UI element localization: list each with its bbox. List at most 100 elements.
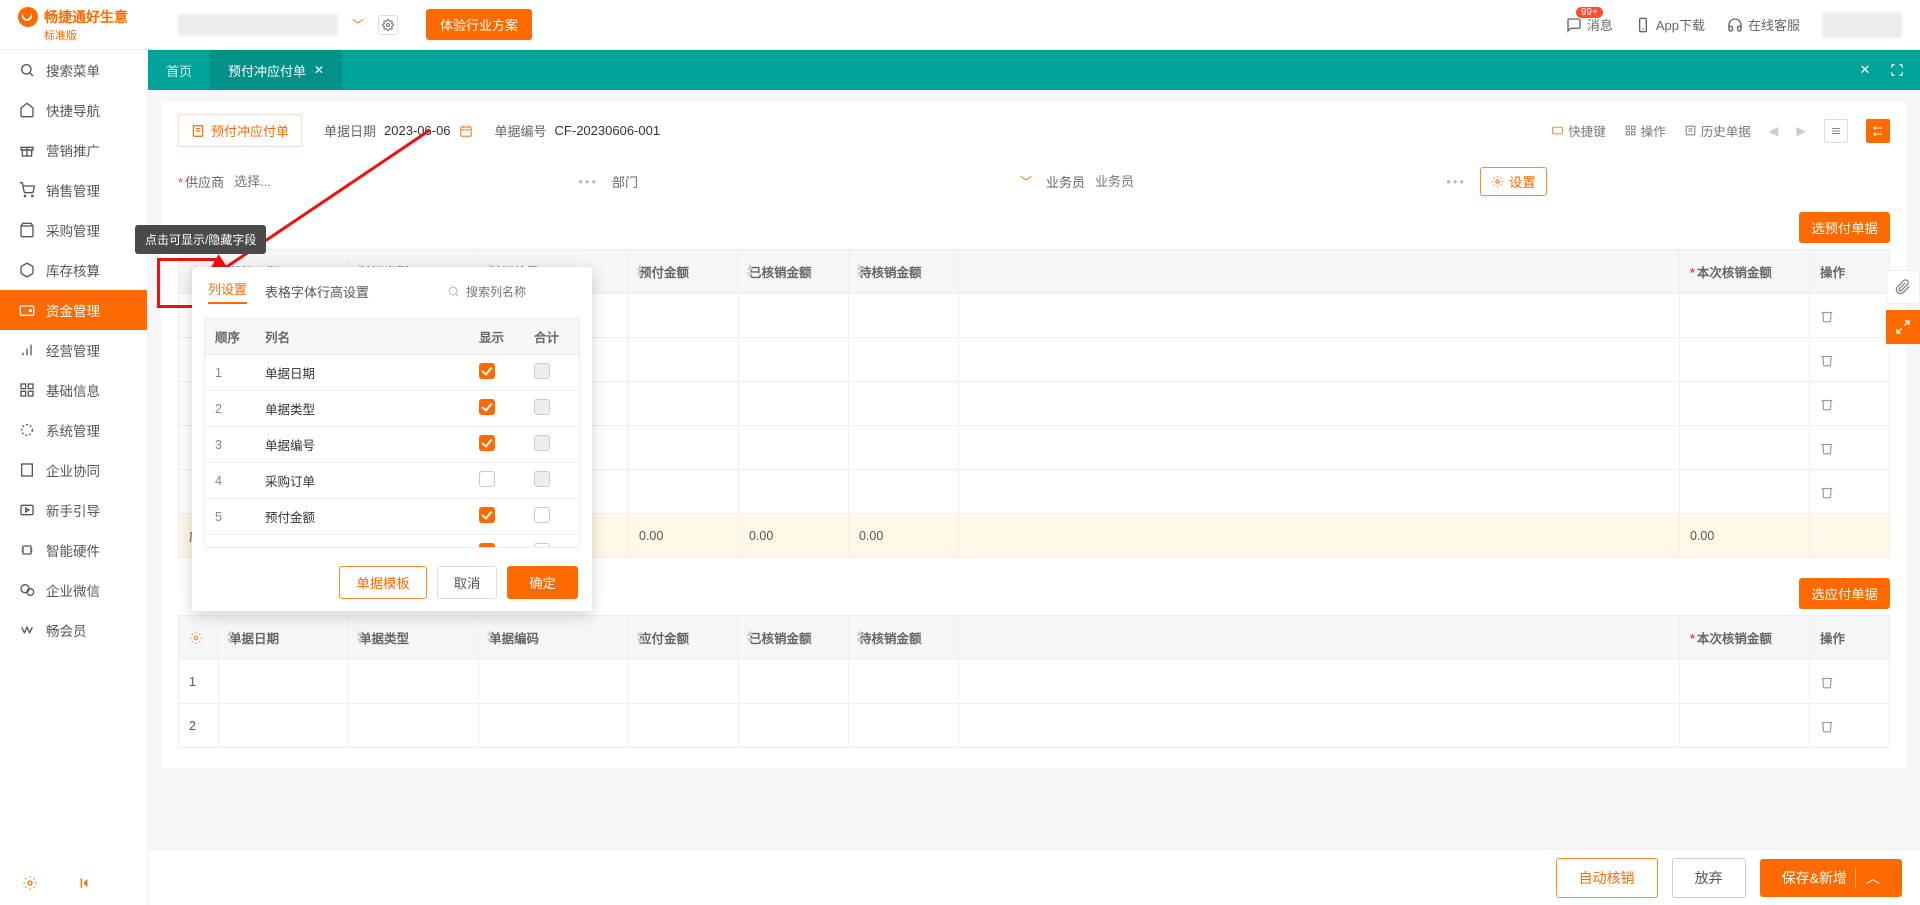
- show-checkbox[interactable]: [479, 399, 495, 415]
- select-prepay-button[interactable]: 选预付单据: [1799, 212, 1890, 243]
- pop-row-name: 单据编号: [255, 427, 469, 463]
- show-checkbox[interactable]: [479, 363, 495, 379]
- sidebar-item-marketing[interactable]: 营销推广: [0, 130, 147, 170]
- sum-pending: 0.00: [849, 514, 959, 558]
- trash-icon[interactable]: [1820, 719, 1879, 733]
- next-icon[interactable]: ▶: [1796, 123, 1806, 138]
- cancel-button[interactable]: 取消: [437, 566, 498, 599]
- save-button[interactable]: 保存&新增 ︿: [1760, 859, 1902, 897]
- tenant-name[interactable]: [178, 14, 338, 36]
- messages-badge: 99+: [1576, 7, 1603, 18]
- settings-label: 设置: [1509, 172, 1536, 191]
- doc-no: 单据编号 CF-20230606-001: [495, 121, 661, 140]
- industry-plan-button[interactable]: 体验行业方案: [426, 9, 532, 40]
- customer-service-label: 在线客服: [1748, 15, 1800, 34]
- history-label: 历史单据: [1701, 121, 1751, 140]
- col-pending[interactable]: ▲▼待核销金额: [849, 250, 959, 294]
- column-gear-icon[interactable]: [189, 631, 208, 645]
- supplier-input[interactable]: [234, 174, 568, 189]
- tab-active[interactable]: 预付冲应付单 ✕: [210, 50, 342, 90]
- sales-input[interactable]: [1095, 174, 1436, 189]
- ok-button[interactable]: 确定: [507, 566, 578, 599]
- settings-button[interactable]: 设置: [1480, 167, 1547, 196]
- sum-checkbox: [534, 435, 550, 451]
- sidebar-item-purchase[interactable]: 采购管理: [0, 210, 147, 250]
- doc-template-button[interactable]: 单据模板: [339, 566, 426, 599]
- sum-checkbox[interactable]: [534, 507, 550, 523]
- history-button[interactable]: 历史单据: [1684, 121, 1751, 140]
- sidebar-item-guide[interactable]: 新手引导: [0, 490, 147, 530]
- pop-tab-columns[interactable]: 列设置: [208, 279, 247, 304]
- doc-date-value[interactable]: 2023-06-06: [384, 123, 451, 138]
- pop-row-idx: 5: [205, 499, 255, 535]
- chevron-down-icon[interactable]: ﹀: [352, 16, 364, 33]
- calendar-icon[interactable]: [459, 124, 473, 138]
- pop-search-input[interactable]: [466, 285, 576, 299]
- sum-checkbox[interactable]: [534, 543, 550, 548]
- sidebar-item-basic[interactable]: 基础信息: [0, 370, 147, 410]
- trash-icon[interactable]: [1820, 485, 1879, 499]
- prev-icon[interactable]: ◀: [1769, 123, 1779, 138]
- viewmode-list-icon[interactable]: [1824, 119, 1848, 143]
- sidebar-item-collab[interactable]: 企业协同: [0, 450, 147, 490]
- shortcut-button[interactable]: 快捷键: [1551, 121, 1606, 140]
- sidebar-item-wecom[interactable]: 企业微信: [0, 570, 147, 610]
- show-checkbox[interactable]: [479, 543, 495, 548]
- sidebar-item-system[interactable]: 系统管理: [0, 410, 147, 450]
- trash-icon[interactable]: [1820, 353, 1879, 367]
- app-download-label: App下载: [1656, 15, 1705, 34]
- sidebar-item-search[interactable]: 搜索菜单: [0, 50, 147, 90]
- sidebar-item-finance[interactable]: 资金管理: [0, 290, 147, 330]
- ops-button[interactable]: 操作: [1624, 121, 1666, 140]
- more-icon[interactable]: •••: [1446, 174, 1466, 189]
- tab-home[interactable]: 首页: [148, 50, 210, 90]
- sidebar-item-member[interactable]: 畅会员: [0, 610, 147, 650]
- expand-icon[interactable]: [1886, 310, 1920, 344]
- sidebar-item-inventory[interactable]: 库存核算: [0, 250, 147, 290]
- trash-icon[interactable]: [1820, 397, 1879, 411]
- more-icon[interactable]: •••: [578, 174, 598, 189]
- sidebar-item-label: 畅会员: [46, 620, 87, 640]
- customer-service-button[interactable]: 在线客服: [1727, 15, 1800, 34]
- show-checkbox[interactable]: [479, 507, 495, 523]
- sidebar-item-quicknav[interactable]: 快捷导航: [0, 90, 147, 130]
- ops-label: 操作: [1641, 121, 1666, 140]
- fullscreen-icon[interactable]: [1884, 57, 1910, 83]
- sidebar-item-hardware[interactable]: 智能硬件: [0, 530, 147, 570]
- chevron-down-icon[interactable]: ﹀: [1020, 173, 1032, 190]
- logo-edition: 标准版: [44, 27, 128, 43]
- sidebar-item-operation[interactable]: 经营管理: [0, 330, 147, 370]
- trash-icon[interactable]: [1820, 441, 1879, 455]
- show-checkbox[interactable]: [479, 471, 495, 487]
- col-verified[interactable]: ▲▼已核销金额: [739, 250, 849, 294]
- sales-label: 业务员: [1046, 172, 1085, 191]
- col-this[interactable]: 本次核销金额: [1680, 250, 1810, 294]
- gear-icon[interactable]: [378, 15, 398, 35]
- sidebar-item-label: 基础信息: [46, 380, 100, 400]
- messages-button[interactable]: 消息 99+: [1566, 15, 1613, 34]
- show-checkbox[interactable]: [479, 435, 495, 451]
- app-download-button[interactable]: App下载: [1635, 15, 1705, 34]
- close-icon[interactable]: ✕: [314, 63, 324, 77]
- trash-icon[interactable]: [1820, 675, 1879, 689]
- play-icon: [18, 501, 36, 519]
- footer-gear-icon[interactable]: [22, 875, 38, 891]
- dept-input[interactable]: [648, 174, 1010, 189]
- trash-icon[interactable]: [1820, 309, 1879, 323]
- chip-icon: [18, 541, 36, 559]
- sidebar-item-label: 系统管理: [46, 420, 100, 440]
- attachment-icon[interactable]: [1886, 270, 1920, 304]
- discard-button[interactable]: 放弃: [1672, 858, 1746, 898]
- viewmode-tree-icon[interactable]: [1866, 119, 1890, 143]
- user-avatar[interactable]: [1822, 12, 1902, 38]
- col-prepay[interactable]: ▲▼预付金额: [629, 250, 739, 294]
- tab-close-all-icon[interactable]: ✕: [1852, 57, 1878, 83]
- pop-tab-font[interactable]: 表格字体行高设置: [265, 282, 369, 301]
- footer-collapse-icon[interactable]: [78, 875, 94, 891]
- select-payable-button[interactable]: 选应付单据: [1799, 578, 1890, 609]
- sidebar-item-label: 销售管理: [46, 180, 100, 200]
- doc-type-tab[interactable]: 预付冲应付单: [178, 114, 302, 147]
- auto-verify-button[interactable]: 自动核销: [1556, 858, 1658, 898]
- sidebar-item-sales[interactable]: 销售管理: [0, 170, 147, 210]
- home-icon: [18, 101, 36, 119]
